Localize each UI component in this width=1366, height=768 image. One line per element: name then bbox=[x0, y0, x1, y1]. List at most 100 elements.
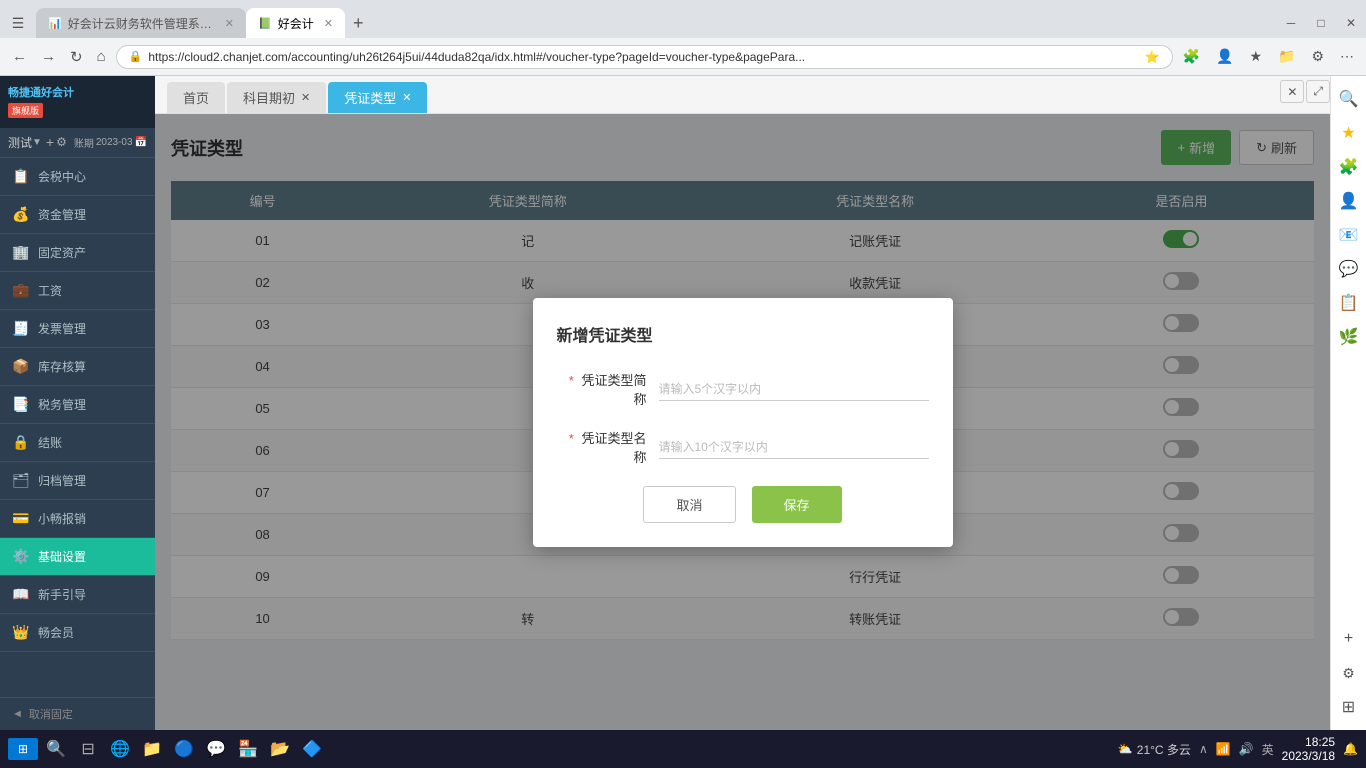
sidebar-item-dashboard[interactable]: 📋 会税中心 bbox=[0, 158, 155, 196]
right-profile-icon[interactable]: 👤 bbox=[1334, 186, 1364, 216]
file-explorer-taskbar[interactable]: 📁 bbox=[138, 735, 166, 763]
wechat-taskbar[interactable]: 💬 bbox=[202, 735, 230, 763]
sidebar-item-guide[interactable]: 📖 新手引导 bbox=[0, 576, 155, 614]
sidebar-item-invoice[interactable]: 🧾 发票管理 bbox=[0, 310, 155, 348]
right-grid-icon[interactable]: ⊞ bbox=[1334, 692, 1364, 722]
tab-expand[interactable]: ⤢ bbox=[1306, 80, 1330, 103]
sidebar-item-label: 归档管理 bbox=[38, 472, 86, 489]
sidebar-item-label: 基础设置 bbox=[38, 548, 86, 565]
browser-tab-2[interactable]: 📗 好会计 ✕ bbox=[246, 8, 345, 38]
sidebar-item-tax[interactable]: 📑 税务管理 bbox=[0, 386, 155, 424]
sidebar-badge: 旗舰版 bbox=[8, 103, 43, 118]
calendar-icon[interactable]: 📅 bbox=[135, 137, 147, 148]
right-outlook-icon[interactable]: 📧 bbox=[1334, 220, 1364, 250]
back-button[interactable]: ← bbox=[8, 44, 31, 69]
refresh-button[interactable]: ↻ bbox=[66, 44, 87, 70]
edge-taskbar[interactable]: 🌐 bbox=[106, 735, 134, 763]
browser-tab-1[interactable]: 📊 好会计云财务软件管理系统_会计 ✕ bbox=[36, 8, 246, 38]
sidebar-company[interactable]: 测试 ▼ + ⚙ 账期 2023-03 📅 bbox=[0, 128, 155, 158]
sidebar-item-closing[interactable]: 🔒 结账 bbox=[0, 424, 155, 462]
wifi-icon: 📶 bbox=[1216, 742, 1231, 756]
settings-small-icon[interactable]: ⚙ bbox=[56, 135, 67, 149]
right-office-icon[interactable]: 📋 bbox=[1334, 288, 1364, 318]
edge2-taskbar[interactable]: 🔷 bbox=[298, 735, 326, 763]
sidebar-item-fixed[interactable]: 🏢 固定资产 bbox=[0, 234, 155, 272]
page-content: 凭证类型 + 新增 ↻ 刷新 bbox=[155, 114, 1330, 730]
tab2-favicon: 📗 bbox=[258, 17, 272, 30]
url-text: https://cloud2.chanjet.com/accounting/uh… bbox=[148, 50, 1138, 64]
name-label-text: 凭证类型名称 bbox=[581, 431, 646, 465]
right-teams-icon[interactable]: 💬 bbox=[1334, 254, 1364, 284]
dashboard-icon: 📋 bbox=[12, 168, 30, 185]
sidebar-item-label: 税务管理 bbox=[38, 396, 86, 413]
new-tab-button[interactable]: + bbox=[345, 8, 372, 38]
right-star-icon[interactable]: ★ bbox=[1334, 118, 1364, 148]
maximize-button[interactable]: □ bbox=[1306, 8, 1336, 38]
chrome-taskbar[interactable]: 🔵 bbox=[170, 735, 198, 763]
sidebar-item-salary[interactable]: 💼 工资 bbox=[0, 272, 155, 310]
tab-subject[interactable]: 科目期初 ✕ bbox=[227, 82, 326, 113]
close-window-button[interactable]: ✕ bbox=[1336, 8, 1366, 38]
right-extension-icon[interactable]: 🧩 bbox=[1334, 152, 1364, 182]
sidebar-item-archive[interactable]: 🗂 归档管理 bbox=[0, 462, 155, 500]
short-label: * 凭证类型简称 bbox=[557, 370, 647, 408]
salary-icon: 💼 bbox=[12, 282, 30, 299]
search-taskbar[interactable]: 🔍 bbox=[42, 735, 70, 763]
tab-voucher-close[interactable]: ✕ bbox=[402, 91, 411, 104]
sidebar-footer[interactable]: ◄ 取消固定 bbox=[0, 697, 155, 730]
minimize-button[interactable]: ─ bbox=[1276, 8, 1306, 38]
modal-actions: 取消 保存 bbox=[557, 486, 929, 523]
right-leaf-icon[interactable]: 🌿 bbox=[1334, 322, 1364, 352]
tab2-close[interactable]: ✕ bbox=[324, 17, 333, 30]
tab-close-all[interactable]: ✕ bbox=[1280, 80, 1304, 103]
tax-icon: 📑 bbox=[12, 396, 30, 413]
tab-voucher-type[interactable]: 凭证类型 ✕ bbox=[328, 82, 427, 113]
tab1-close[interactable]: ✕ bbox=[225, 17, 234, 30]
folder-taskbar[interactable]: 📂 bbox=[266, 735, 294, 763]
url-star[interactable]: ⭐ bbox=[1145, 50, 1160, 64]
more-button[interactable]: ⋯ bbox=[1336, 44, 1358, 69]
right-settings-icon[interactable]: ⚙ bbox=[1334, 658, 1364, 688]
url-bar[interactable]: 🔒 https://cloud2.chanjet.com/accounting/… bbox=[116, 45, 1173, 69]
left-arrow-icon: ◄ bbox=[12, 708, 23, 720]
tab1-label: 好会计云财务软件管理系统_会计 bbox=[68, 15, 215, 32]
browser-toolbar: 🧩 👤 ★ 📁 ⚙ ⋯ bbox=[1179, 44, 1358, 69]
archive-icon: 🗂 bbox=[12, 472, 30, 489]
home-button[interactable]: ⌂ bbox=[93, 44, 110, 69]
sidebar-item-expense[interactable]: 💳 小畅报销 bbox=[0, 500, 155, 538]
sidebar-item-inventory[interactable]: 📦 库存核算 bbox=[0, 348, 155, 386]
tab-home[interactable]: 首页 bbox=[167, 82, 225, 113]
tab-controls: ✕ ⤢ bbox=[1280, 80, 1330, 103]
company-dropdown-icon: ▼ bbox=[32, 137, 42, 148]
start-button[interactable]: ⊞ bbox=[8, 738, 38, 760]
save-button[interactable]: 保存 bbox=[752, 486, 842, 523]
right-add-icon[interactable]: + bbox=[1334, 624, 1364, 654]
short-label-text: 凭证类型简称 bbox=[581, 373, 646, 407]
add-company-icon[interactable]: + bbox=[46, 134, 54, 150]
main-content: 首页 科目期初 ✕ 凭证类型 ✕ ✕ ⤢ bbox=[155, 76, 1330, 730]
favorites-button[interactable]: ★ bbox=[1245, 44, 1266, 69]
taskbar: ⊞ 🔍 ⊟ 🌐 📁 🔵 💬 🏪 📂 🔷 ⛅ 21°C 多云 ∧ 📶 🔊 英 18… bbox=[0, 730, 1366, 768]
sidebar-logo: 畅捷通好会计 旗舰版 bbox=[8, 86, 74, 117]
sidebar-toggle[interactable]: ☰ bbox=[0, 8, 36, 38]
browser-settings[interactable]: ⚙ bbox=[1307, 44, 1328, 69]
extensions-button[interactable]: 🧩 bbox=[1179, 44, 1204, 69]
page-tabs: 首页 科目期初 ✕ 凭证类型 ✕ ✕ ⤢ bbox=[155, 76, 1330, 114]
tab-subject-close[interactable]: ✕ bbox=[301, 91, 310, 104]
right-search-icon[interactable]: 🔍 bbox=[1334, 84, 1364, 114]
sidebar-item-settings[interactable]: ⚙️ 基础设置 bbox=[0, 538, 155, 576]
name-input[interactable] bbox=[659, 435, 929, 459]
profile-button[interactable]: 👤 bbox=[1212, 44, 1237, 69]
forward-button[interactable]: → bbox=[37, 44, 60, 69]
short-input[interactable] bbox=[659, 377, 929, 401]
appstore-taskbar[interactable]: 🏪 bbox=[234, 735, 262, 763]
cancel-button[interactable]: 取消 bbox=[643, 486, 735, 523]
sidebar-item-capital[interactable]: 💰 资金管理 bbox=[0, 196, 155, 234]
task-view[interactable]: ⊟ bbox=[74, 735, 102, 763]
sidebar-item-member[interactable]: 👑 畅会员 bbox=[0, 614, 155, 652]
taskbar-arrow-up[interactable]: ∧ bbox=[1199, 742, 1208, 756]
collections-button[interactable]: 📁 bbox=[1274, 44, 1299, 69]
modal-title: 新增凭证类型 bbox=[557, 322, 929, 346]
time-value: 18:25 bbox=[1282, 735, 1335, 749]
notification-icon[interactable]: 🔔 bbox=[1343, 742, 1358, 756]
